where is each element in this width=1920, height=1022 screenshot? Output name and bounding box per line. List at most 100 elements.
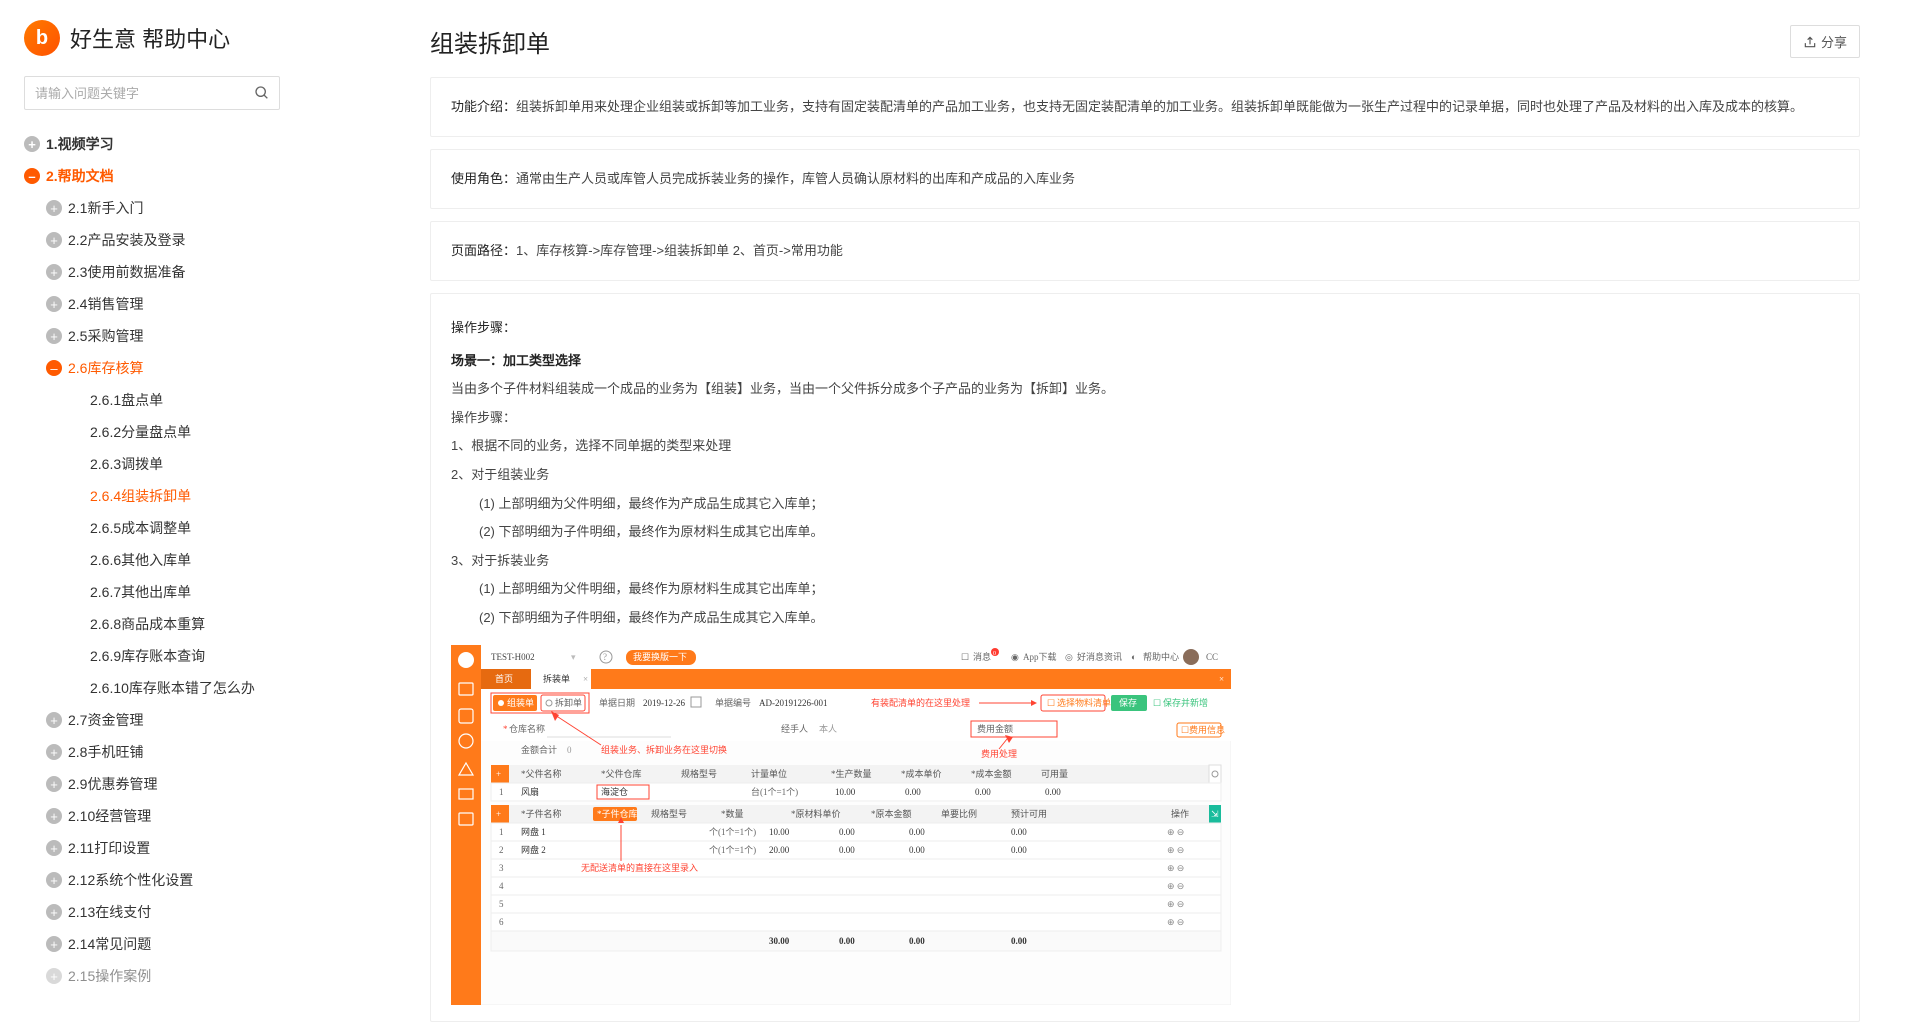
nav-item-2-9[interactable]: +2.9优惠券管理 bbox=[24, 768, 280, 800]
svg-text:0.00: 0.00 bbox=[909, 845, 925, 855]
svg-text:⇲: ⇲ bbox=[1211, 809, 1219, 819]
svg-text:☐: ☐ bbox=[1153, 698, 1161, 708]
nav-item-2-13[interactable]: +2.13在线支付 bbox=[24, 896, 280, 928]
steps-sub: 操作步骤： bbox=[451, 404, 1839, 433]
svg-text:台(1个=1个): 台(1个=1个) bbox=[751, 786, 798, 797]
path-label: 页面路径： bbox=[451, 243, 516, 258]
nav-item-2-6-3[interactable]: 2.6.3调拨单 bbox=[24, 448, 280, 480]
svg-text:0.00: 0.00 bbox=[1045, 787, 1061, 797]
svg-text:◎: ◎ bbox=[1065, 652, 1073, 662]
plus-icon: + bbox=[46, 328, 62, 344]
svg-text:30.00: 30.00 bbox=[769, 936, 790, 946]
svg-text:10.00: 10.00 bbox=[835, 787, 856, 797]
nav-item-2-6-6[interactable]: 2.6.6其他入库单 bbox=[24, 544, 280, 576]
svg-text:单据编号: 单据编号 bbox=[715, 697, 751, 708]
svg-text:保存并新增: 保存并新增 bbox=[1163, 697, 1208, 708]
nav-item-2-3[interactable]: +2.3使用前数据准备 bbox=[24, 256, 280, 288]
nav-item-2-1[interactable]: +2.1新手入门 bbox=[24, 192, 280, 224]
steps-card: 操作步骤： 场景一：加工类型选择 当由多个子件材料组装成一个成品的业务为【组装】… bbox=[430, 293, 1860, 1022]
svg-text:*生产数量: *生产数量 bbox=[831, 768, 872, 779]
step-1: 1、根据不同的业务，选择不同单据的类型来处理 bbox=[451, 432, 1839, 461]
plus-icon: + bbox=[46, 968, 62, 984]
nav-item-2-6-9[interactable]: 2.6.9库存账本查询 bbox=[24, 640, 280, 672]
nav-item-2-8[interactable]: +2.8手机旺铺 bbox=[24, 736, 280, 768]
nav-item-2-14[interactable]: +2.14常见问题 bbox=[24, 928, 280, 960]
nav-item-video[interactable]: +1.视频学习 bbox=[24, 128, 280, 160]
step-3b: (2) 下部明细为子件明细，最终作为产成品生成其它入库单。 bbox=[451, 604, 1839, 633]
svg-text:×: × bbox=[1219, 674, 1224, 684]
svg-text:+: + bbox=[496, 809, 501, 819]
svg-text:预计可用: 预计可用 bbox=[1011, 808, 1047, 819]
nav-item-2-12[interactable]: +2.12系统个性化设置 bbox=[24, 864, 280, 896]
nav-item-2-6-7[interactable]: 2.6.7其他出库单 bbox=[24, 576, 280, 608]
nav-item-2-5[interactable]: +2.5采购管理 bbox=[24, 320, 280, 352]
nav-item-2-2[interactable]: +2.2产品安装及登录 bbox=[24, 224, 280, 256]
svg-text:0.00: 0.00 bbox=[1011, 845, 1027, 855]
search-icon bbox=[254, 85, 270, 101]
svg-text:⊕ ⊖: ⊕ ⊖ bbox=[1167, 845, 1184, 855]
share-button[interactable]: 分享 bbox=[1790, 25, 1860, 58]
svg-text:☐: ☐ bbox=[1181, 725, 1189, 735]
svg-text:经手人: 经手人 bbox=[781, 723, 808, 734]
brand: b 好生意 帮助中心 bbox=[24, 20, 280, 56]
search-input[interactable] bbox=[24, 76, 280, 110]
svg-text:首页: 首页 bbox=[495, 673, 513, 684]
svg-text:有装配清单的在这里处理: 有装配清单的在这里处理 bbox=[871, 697, 970, 708]
step-2a: (1) 上部明细为父件明细，最终作为产成品生成其它入库单； bbox=[451, 490, 1839, 519]
plus-icon: + bbox=[46, 840, 62, 856]
steps-label: 操作步骤： bbox=[451, 314, 1839, 343]
nav-item-2-6[interactable]: –2.6库存核算 bbox=[24, 352, 280, 384]
nav-item-2-6-1[interactable]: 2.6.1盘点单 bbox=[24, 384, 280, 416]
svg-text:⊕ ⊖: ⊕ ⊖ bbox=[1167, 863, 1184, 873]
svg-text:无配送清单的直接在这里录入: 无配送清单的直接在这里录入 bbox=[581, 862, 698, 873]
step-2: 2、对于组装业务 bbox=[451, 461, 1839, 490]
plus-icon: + bbox=[46, 808, 62, 824]
svg-text:1: 1 bbox=[499, 787, 504, 797]
svg-text:⊕ ⊖: ⊕ ⊖ bbox=[1167, 881, 1184, 891]
svg-text:*原本金额: *原本金额 bbox=[871, 808, 912, 819]
nav-item-2-7[interactable]: +2.7资金管理 bbox=[24, 704, 280, 736]
nav-item-docs[interactable]: –2.帮助文档 bbox=[24, 160, 280, 192]
nav-item-2-6-2[interactable]: 2.6.2分量盘点单 bbox=[24, 416, 280, 448]
svg-text:费用金额: 费用金额 bbox=[977, 723, 1013, 734]
svg-text:10.00: 10.00 bbox=[769, 827, 790, 837]
svg-text:0.00: 0.00 bbox=[975, 787, 991, 797]
brand-logo-icon: b bbox=[24, 20, 60, 56]
nav-item-2-15[interactable]: +2.15操作案例 bbox=[24, 960, 280, 992]
intro-card: 功能介绍：组装拆卸单用来处理企业组装或拆卸等加工业务，支持有固定装配清单的产品加… bbox=[430, 77, 1860, 137]
embedded-screenshot: TEST-H002 ▾ ? 我要换版一下 ☐ 消息0 ◉ App下载 ◎ 好消息… bbox=[451, 645, 1231, 1005]
search-box bbox=[24, 76, 280, 110]
svg-text:单据日期: 单据日期 bbox=[599, 697, 635, 708]
svg-text:0.00: 0.00 bbox=[839, 845, 855, 855]
svg-text:⊕ ⊖: ⊕ ⊖ bbox=[1167, 917, 1184, 927]
plus-icon: + bbox=[46, 296, 62, 312]
svg-text:*数量: *数量 bbox=[721, 808, 744, 819]
page-title: 组装拆卸单 bbox=[430, 24, 550, 59]
nav-item-2-6-8[interactable]: 2.6.8商品成本重算 bbox=[24, 608, 280, 640]
path-text: 1、库存核算->库存管理->组装拆卸单 2、首页->常用功能 bbox=[516, 243, 843, 258]
svg-text:0.00: 0.00 bbox=[1011, 827, 1027, 837]
nav-item-2-6-10[interactable]: 2.6.10库存账本错了怎么办 bbox=[24, 672, 280, 704]
nav-item-2-6-4[interactable]: 2.6.4组装拆卸单 bbox=[24, 480, 280, 512]
svg-text:0: 0 bbox=[993, 651, 996, 657]
svg-text:消息: 消息 bbox=[973, 651, 991, 662]
svg-text:6: 6 bbox=[499, 917, 504, 927]
svg-text:金额合计: 金额合计 bbox=[521, 744, 557, 755]
svg-text:*子件仓库: *子件仓库 bbox=[597, 808, 638, 819]
svg-text:▾: ▾ bbox=[571, 652, 576, 662]
svg-text:2: 2 bbox=[499, 845, 504, 855]
nav-item-2-11[interactable]: +2.11打印设置 bbox=[24, 832, 280, 864]
nav-item-2-4[interactable]: +2.4销售管理 bbox=[24, 288, 280, 320]
svg-text:个(1个=1个): 个(1个=1个) bbox=[709, 845, 756, 855]
nav-item-2-6-5[interactable]: 2.6.5成本调整单 bbox=[24, 512, 280, 544]
svg-text:我要换版一下: 我要换版一下 bbox=[633, 651, 687, 662]
svg-text:网盘 1: 网盘 1 bbox=[521, 826, 546, 837]
svg-text:1: 1 bbox=[499, 827, 504, 837]
svg-text:App下载: App下载 bbox=[1023, 651, 1057, 662]
svg-text:费用信息: 费用信息 bbox=[1189, 724, 1225, 735]
plus-icon: + bbox=[24, 136, 40, 152]
role-card: 使用角色：通常由生产人员或库管人员完成拆装业务的操作，库管人员确认原材料的出库和… bbox=[430, 149, 1860, 209]
nav-item-2-10[interactable]: +2.10经营管理 bbox=[24, 800, 280, 832]
svg-text:好消息资讯: 好消息资讯 bbox=[1077, 651, 1122, 662]
svg-text:◐: ◐ bbox=[1131, 652, 1136, 662]
